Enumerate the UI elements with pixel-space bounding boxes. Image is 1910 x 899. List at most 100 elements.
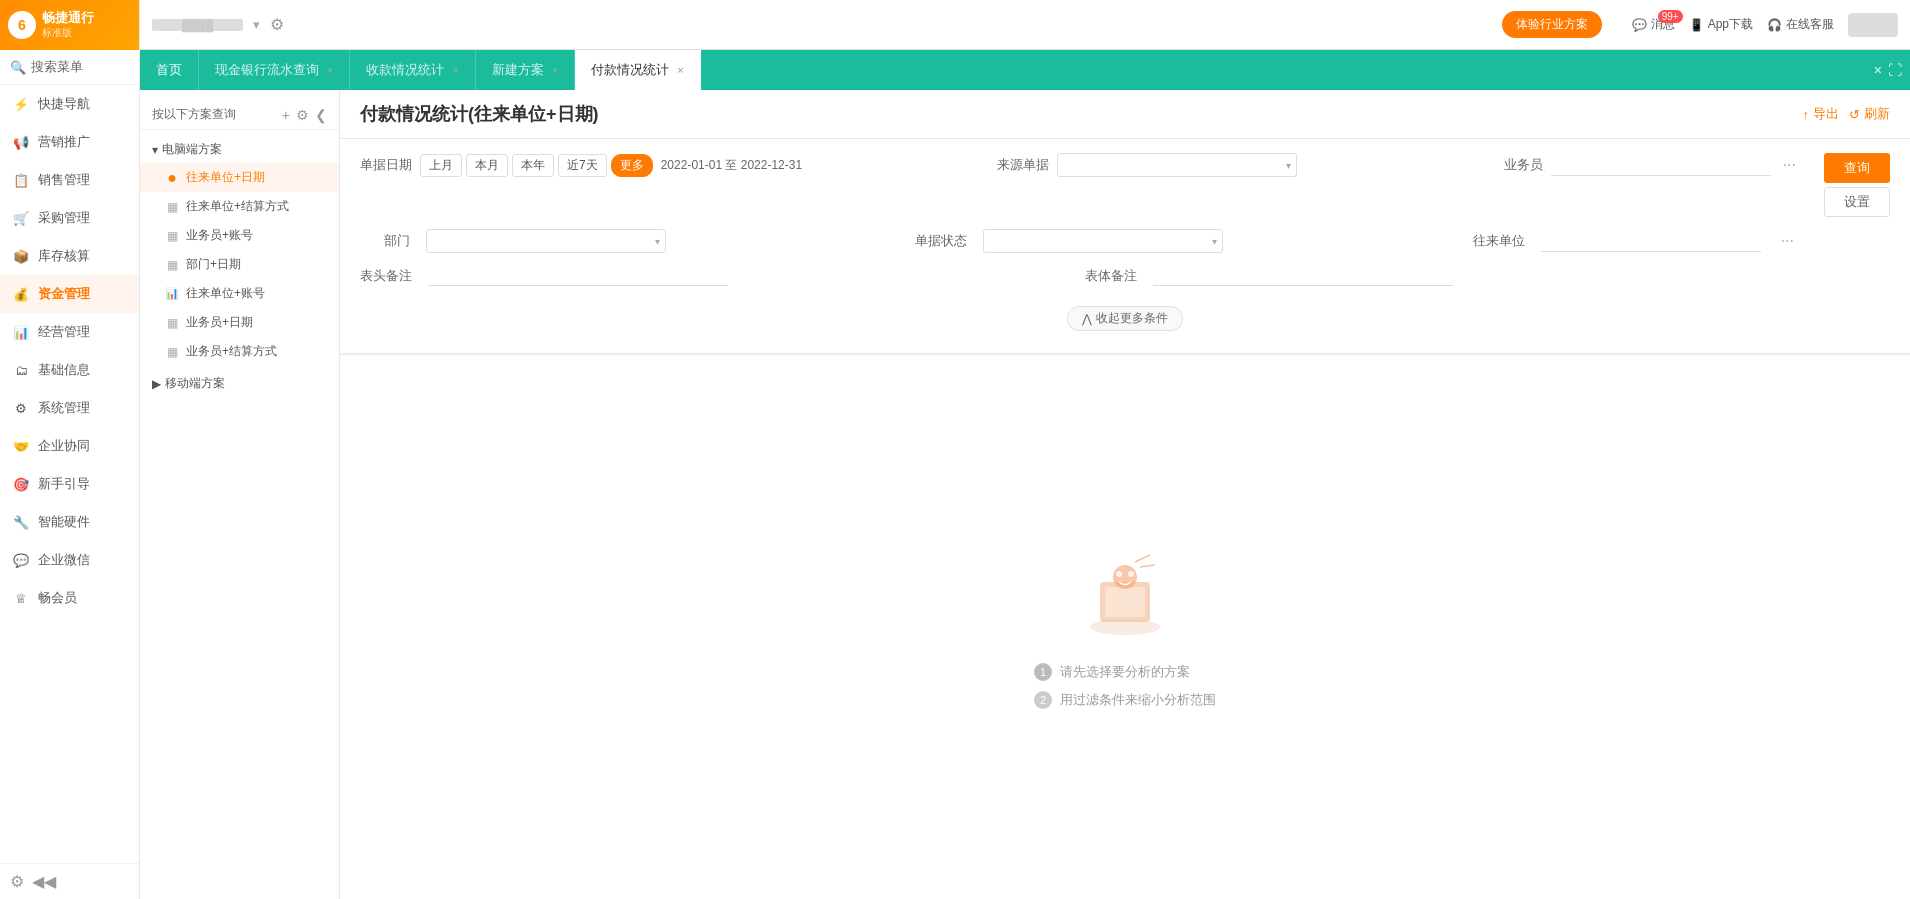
collapse-panel-btn[interactable]: ❮ (315, 107, 327, 123)
scheme-group-pc-header[interactable]: ▾ 电脑端方案 (140, 136, 339, 163)
search-label: 搜索菜单 (31, 58, 83, 76)
salesman-dots-icon[interactable]: ··· (1783, 156, 1796, 174)
scheme-item-salesman-account[interactable]: ▦ 业务员+账号 (140, 221, 339, 250)
user-avatar[interactable] (1848, 13, 1898, 37)
doc-status-select[interactable] (983, 229, 1223, 253)
sidebar-item-label: 营销推广 (38, 133, 90, 151)
page-header-actions: ↑ 导出 ↺ 刷新 (1803, 105, 1891, 123)
sidebar-item-wechat[interactable]: 💬 企业微信 (0, 541, 139, 579)
date-last-month-btn[interactable]: 上月 (420, 154, 462, 177)
date-more-btn[interactable]: 更多 (611, 154, 653, 177)
salesman-input[interactable] (1551, 155, 1771, 176)
partner-dots-icon[interactable]: ··· (1781, 232, 1794, 250)
header-note-input[interactable] (428, 265, 728, 286)
tip-text-2: 用过滤条件来缩小分析范围 (1060, 691, 1216, 709)
tab-receipt-stats[interactable]: 收款情况统计 × (350, 50, 475, 90)
expand-btn[interactable]: ⛶ (1888, 62, 1902, 78)
sidebar-item-operation[interactable]: 📊 经营管理 (0, 313, 139, 351)
sidebar-item-beginner[interactable]: 🎯 新手引导 (0, 465, 139, 503)
tab-home[interactable]: 首页 (140, 50, 199, 90)
close-all-btn[interactable]: × (1874, 62, 1882, 78)
messages-btn[interactable]: 💬 消息 99+ (1632, 16, 1675, 33)
scheme-group-mobile-header[interactable]: ▶ 移动端方案 (140, 370, 339, 397)
body-note-input[interactable] (1153, 265, 1453, 286)
tab-bank-flow-close[interactable]: × (327, 64, 333, 76)
chevron-down-icon: ▾ (152, 143, 158, 157)
online-service-btn[interactable]: 🎧 在线客服 (1767, 16, 1834, 33)
date-this-month-btn[interactable]: 本月 (466, 154, 508, 177)
scheme-item-partner-settle[interactable]: ▦ 往来单位+结算方式 (140, 192, 339, 221)
header-note-label: 表头备注 (360, 267, 412, 285)
svg-point-5 (1128, 571, 1134, 577)
scheme-item-salesman-date[interactable]: ▦ 业务员+日期 (140, 308, 339, 337)
sidebar-item-marketing[interactable]: 📢 营销推广 (0, 123, 139, 161)
filter-row-2: 部门 ▾ 单据状态 ▾ 往来单位 ··· (360, 229, 1890, 253)
app-download-btn[interactable]: 📱 App下载 (1689, 16, 1753, 33)
query-button[interactable]: 查询 (1824, 153, 1890, 183)
empty-state: 1 请先选择要分析的方案 2 用过滤条件来缩小分析范围 (340, 356, 1910, 899)
page-header: 付款情况统计(往来单位+日期) ↑ 导出 ↺ 刷新 (340, 90, 1910, 139)
tab-new-scheme-close[interactable]: × (552, 64, 558, 76)
tab-payment-stats-close[interactable]: × (677, 64, 683, 76)
sidebar-item-system[interactable]: ⚙ 系统管理 (0, 389, 139, 427)
settings-button[interactable]: 设置 (1824, 187, 1890, 217)
sidebar-item-quick-nav[interactable]: ⚡ 快捷导航 (0, 85, 139, 123)
dept-select-wrap: ▾ (426, 229, 666, 253)
tab-bank-flow[interactable]: 现金银行流水查询 × (199, 50, 350, 90)
online-service-label: 在线客服 (1786, 16, 1834, 33)
manage-scheme-btn[interactable]: ⚙ (296, 107, 309, 123)
sidebar-item-sales[interactable]: 📋 销售管理 (0, 161, 139, 199)
sidebar-item-hardware[interactable]: 🔧 智能硬件 (0, 503, 139, 541)
hardware-icon: 🔧 (12, 513, 30, 531)
tab-payment-stats[interactable]: 付款情况统计 × (575, 50, 700, 90)
tab-receipt-stats-close[interactable]: × (452, 64, 458, 76)
scheme-item-salesman-settle[interactable]: ▦ 业务员+结算方式 (140, 337, 339, 366)
sidebar-item-label: 销售管理 (38, 171, 90, 189)
tab-new-scheme[interactable]: 新建方案 × (476, 50, 575, 90)
scheme-item-label: 往来单位+日期 (186, 169, 265, 186)
export-btn[interactable]: ↑ 导出 (1803, 105, 1840, 123)
source-select[interactable] (1057, 153, 1297, 177)
scheme-icon-5: 📊 (164, 286, 180, 302)
tabbar: 首页 现金银行流水查询 × 收款情况统计 × 新建方案 × 付款情况统计 × ×… (140, 50, 1910, 90)
tab-payment-stats-label: 付款情况统计 (591, 61, 669, 79)
scheme-item-partner-account[interactable]: 📊 往来单位+账号 (140, 279, 339, 308)
refresh-btn[interactable]: ↺ 刷新 (1849, 105, 1890, 123)
scheme-group-mobile: ▶ 移动端方案 (140, 370, 339, 397)
sidebar-item-enterprise[interactable]: 🤝 企业协同 (0, 427, 139, 465)
date-last-7-days-btn[interactable]: 近7天 (558, 154, 607, 177)
sidebar-item-basic[interactable]: 🗂 基础信息 (0, 351, 139, 389)
marketing-icon: 📢 (12, 133, 30, 151)
collapse-label: 收起更多条件 (1096, 310, 1168, 327)
footer-collapse-btn[interactable]: ◀◀ (32, 872, 56, 891)
sidebar-header: 6 畅捷通行 标准版 (0, 0, 139, 50)
basic-icon: 🗂 (12, 361, 30, 379)
chevron-down-icon[interactable]: ▾ (253, 17, 260, 32)
tab-receipt-stats-label: 收款情况统计 (366, 61, 444, 79)
scheme-item-partner-date[interactable]: ● 往来单位+日期 (140, 163, 339, 192)
sidebar-item-finance[interactable]: 💰 资金管理 (0, 275, 139, 313)
date-this-year-btn[interactable]: 本年 (512, 154, 554, 177)
settings-gear-icon[interactable]: ⚙ (270, 15, 284, 34)
dept-select[interactable] (426, 229, 666, 253)
scheme-item-dept-date[interactable]: ▦ 部门+日期 (140, 250, 339, 279)
trial-button[interactable]: 体验行业方案 (1502, 11, 1602, 38)
footer-settings-btn[interactable]: ⚙ (10, 872, 24, 891)
collapse-more-btn[interactable]: ⋀ 收起更多条件 (1067, 306, 1183, 331)
sidebar-item-vip[interactable]: ♕ 畅会员 (0, 579, 139, 617)
sidebar-item-purchase[interactable]: 🛒 采购管理 (0, 199, 139, 237)
app-name: 畅捷通行 (42, 10, 94, 26)
search-menu[interactable]: 🔍 搜索菜单 (0, 50, 139, 85)
scheme-item-label: 往来单位+结算方式 (186, 198, 289, 215)
app-sub: 标准版 (42, 26, 94, 40)
beginner-icon: 🎯 (12, 475, 30, 493)
sidebar-item-inventory[interactable]: 📦 库存核算 (0, 237, 139, 275)
tip-text-1: 请先选择要分析的方案 (1060, 663, 1190, 681)
source-label: 来源单据 (997, 156, 1049, 174)
partner-input[interactable] (1541, 231, 1761, 252)
add-scheme-btn[interactable]: + (282, 107, 290, 123)
scheme-item-label: 往来单位+账号 (186, 285, 265, 302)
topbar: ████ ▾ ⚙ 体验行业方案 💬 消息 99+ 📱 App下载 🎧 在线客服 (140, 0, 1910, 50)
svg-point-3 (1113, 565, 1137, 589)
sidebar-footer: ⚙ ◀◀ (0, 863, 139, 899)
